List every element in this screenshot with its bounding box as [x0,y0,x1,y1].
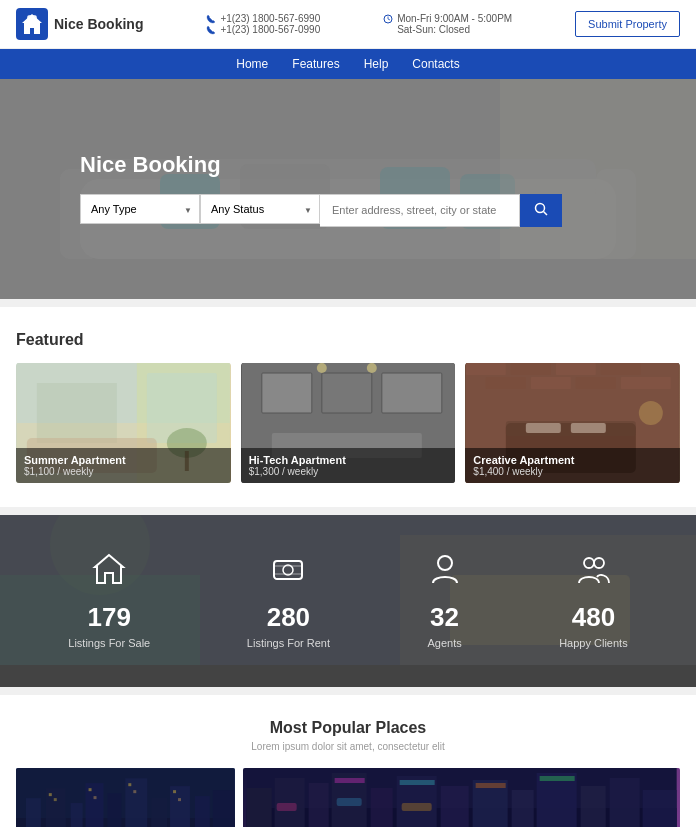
divider-1 [0,299,696,307]
nav-features[interactable]: Features [292,57,339,71]
svg-point-29 [317,363,327,373]
card3-price: $1,400 / weekly [473,466,672,477]
svg-point-45 [639,401,663,425]
svg-rect-18 [37,383,117,443]
svg-point-13 [536,203,545,212]
svg-rect-25 [262,373,312,413]
svg-rect-33 [466,363,506,375]
phone1: +1(23) 1800-567-6990 [206,13,320,24]
property-card-3[interactable]: Creative Apartment $1,400 / weekly [465,363,680,483]
phone2: +1(23) 1800-567-0990 [206,24,320,35]
place-las-vegas[interactable]: Las Vegas 4 Properties [243,768,680,827]
svg-rect-51 [274,561,302,579]
stat-listings-rent: 280 Listings For Rent [247,551,330,651]
submit-property-button[interactable]: Submit Property [575,11,680,37]
phone2-icon [206,25,216,35]
card3-title: Creative Apartment [473,454,672,466]
svg-point-57 [594,558,604,568]
place-new-york[interactable]: New York 3 Properties [16,768,235,827]
nav-home[interactable]: Home [236,57,268,71]
stats-row: 179 Listings For Sale 280 Listings For R… [20,551,676,651]
nav-help[interactable]: Help [364,57,389,71]
svg-point-55 [438,556,452,570]
card2-price: $1,300 / weekly [249,466,448,477]
nav-contacts[interactable]: Contacts [412,57,459,71]
hero-title: Nice Booking [80,152,616,178]
search-icon [534,202,548,216]
stat-listings-sale: 179 Listings For Sale [68,551,150,651]
svg-rect-27 [382,373,442,413]
header: Nice Booking +1(23) 1800-567-6990 +1(23)… [0,0,696,49]
phone-icon [206,14,216,24]
property-card-2[interactable]: Hi-Tech Apartment $1,300 / weekly [241,363,456,483]
property-card-1[interactable]: Summer Apartment $1,100 / weekly [16,363,231,483]
card1-title: Summer Apartment [24,454,223,466]
stat-number-agents: 32 [427,602,463,633]
svg-rect-36 [601,363,641,375]
status-select-wrap: Any Status For Sale For Rent [200,194,320,227]
svg-rect-38 [531,377,571,389]
agent-icon [427,551,463,594]
stat-label-agents: Agents [427,637,461,649]
contact-info: +1(23) 1800-567-6990 +1(23) 1800-567-099… [206,13,320,35]
popular-title: Most Popular Places [16,719,680,737]
logo-icon [16,8,48,40]
svg-rect-43 [526,423,561,433]
ny-overlay: New York 3 Properties [16,768,235,827]
stat-label-clients: Happy Clients [559,637,627,649]
featured-section: Featured Summer Apartment $1,100 / weekl… [0,307,696,507]
money-icon [247,551,330,594]
svg-rect-26 [322,373,372,413]
card2-overlay: Hi-Tech Apartment $1,300 / weekly [241,448,456,483]
stat-number-clients: 480 [559,602,627,633]
stat-clients: 480 Happy Clients [559,551,627,651]
stat-label-sale: Listings For Sale [68,637,150,649]
home-icon [68,551,150,594]
hero-section: Nice Booking Any Type House Apartment Co… [0,79,696,299]
featured-cards: Summer Apartment $1,100 / weekly Hi-T [16,363,680,483]
main-nav: Home Features Help Contacts [0,49,696,79]
status-select[interactable]: Any Status For Sale For Rent [200,194,320,224]
stat-agents: 32 Agents [427,551,463,651]
card1-price: $1,100 / weekly [24,466,223,477]
card1-overlay: Summer Apartment $1,100 / weekly [16,448,231,483]
svg-rect-39 [576,377,616,389]
card2-title: Hi-Tech Apartment [249,454,448,466]
svg-rect-44 [571,423,606,433]
hero-content: Nice Booking Any Type House Apartment Co… [80,152,616,227]
svg-rect-37 [486,377,526,389]
popular-subtitle: Lorem ipsum dolor sit amet, consectetur … [16,741,680,752]
hours-info: Mon-Fri 9:00AM - 5:00PM Sat-Sun: Closed [383,13,512,35]
clients-icon [559,551,627,594]
svg-rect-34 [511,363,551,375]
places-top-row: New York 3 Properties [16,768,680,827]
svg-point-30 [367,363,377,373]
stat-number-sale: 179 [68,602,150,633]
lv-overlay: Las Vegas 4 Properties [243,768,680,827]
popular-section: Most Popular Places Lorem ipsum dolor si… [0,695,696,827]
featured-title: Featured [16,331,680,349]
card3-overlay: Creative Apartment $1,400 / weekly [465,448,680,483]
type-select-wrap: Any Type House Apartment Condo [80,194,200,227]
search-bar: Any Type House Apartment Condo Any Statu… [80,194,600,227]
type-select[interactable]: Any Type House Apartment Condo [80,194,200,224]
stats-section: 179 Listings For Sale 280 Listings For R… [0,515,696,687]
logo-area: Nice Booking [16,8,143,40]
search-button[interactable] [520,194,562,227]
logo-text: Nice Booking [54,16,143,32]
clock-icon [383,14,393,24]
stat-label-rent: Listings For Rent [247,637,330,649]
divider-2 [0,507,696,515]
svg-point-56 [584,558,594,568]
svg-rect-35 [556,363,596,375]
search-input[interactable] [320,194,520,227]
divider-3 [0,687,696,695]
stat-number-rent: 280 [247,602,330,633]
svg-line-14 [544,211,548,215]
svg-rect-40 [621,377,671,389]
